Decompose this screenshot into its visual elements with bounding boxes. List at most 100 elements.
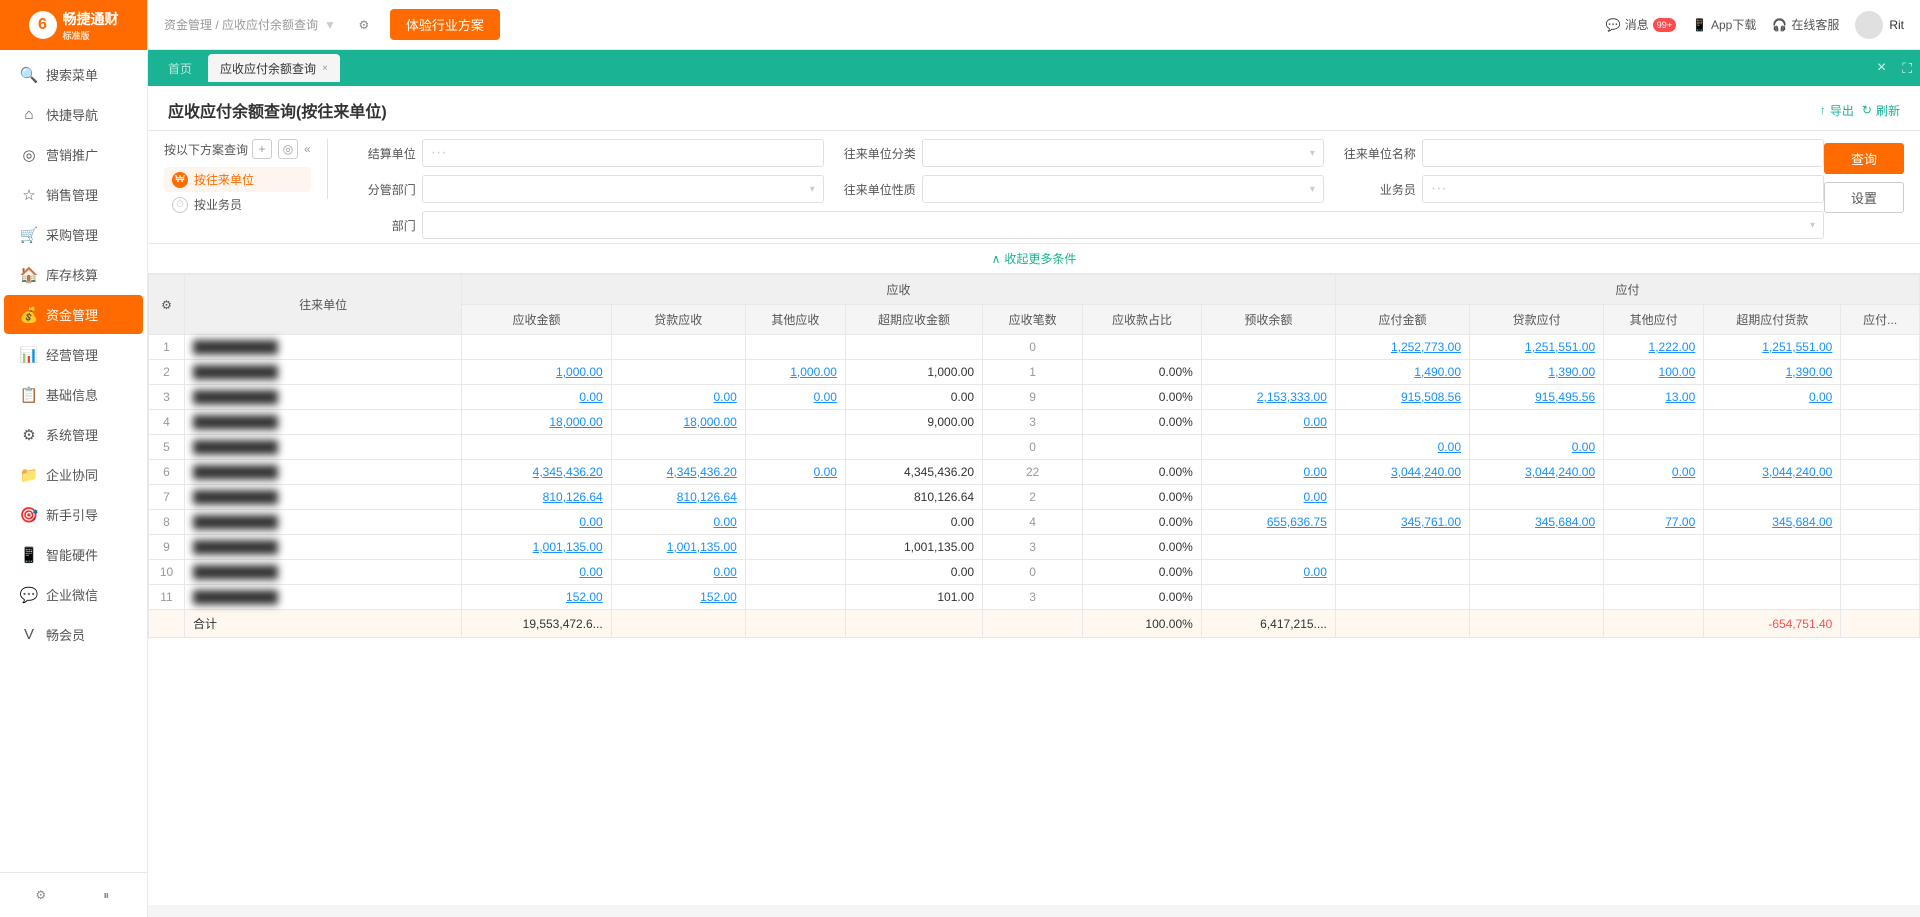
table-cell[interactable] [745, 560, 845, 585]
tab-balance[interactable]: 应收应付余额查询 × [208, 54, 340, 82]
table-cell[interactable] [1704, 560, 1841, 585]
table-cell[interactable]: 1,222.00 [1604, 335, 1704, 360]
table-cell[interactable]: 1,251,551.00 [1470, 335, 1604, 360]
table-cell[interactable] [1604, 535, 1704, 560]
sidebar-settings-btn[interactable]: ⚙ [27, 881, 55, 909]
user-btn[interactable]: Rit [1855, 11, 1904, 39]
table-cell[interactable]: 655,636.75 [1201, 510, 1335, 535]
sidebar-item-quick[interactable]: ⌂ 快捷导航 [4, 95, 143, 134]
table-cell[interactable]: 18,000.00 [611, 410, 745, 435]
export-btn[interactable]: ↑ 导出 [1820, 102, 1854, 119]
table-cell[interactable] [1470, 560, 1604, 585]
tab-home[interactable]: 首页 [156, 54, 204, 82]
table-cell[interactable]: 0.00 [745, 385, 845, 410]
table-cell[interactable]: 1,490.00 [1335, 360, 1469, 385]
table-area[interactable]: ⚙ 往来单位 应收 应付 应收金额 贷款应收 其他应收 超期应收金额 应收笔数 … [148, 274, 1920, 905]
table-cell[interactable]: 810,126.64 [462, 485, 612, 510]
filter-collapse-btn[interactable]: « [304, 142, 311, 156]
sidebar-collapse-btn[interactable]: ⏸ [92, 881, 120, 909]
scheme-by-partner[interactable]: ₩ 按往来单位 [164, 167, 311, 192]
table-cell[interactable]: 3,044,240.00 [1704, 460, 1841, 485]
gear-btn[interactable]: ⚙ [350, 11, 378, 39]
table-cell[interactable]: 152.00 [462, 585, 612, 610]
sidebar-item-search[interactable]: 🔍 搜索菜单 [4, 55, 143, 94]
window-close-btn[interactable]: × [1877, 59, 1886, 77]
table-cell[interactable]: 1,000.00 [745, 360, 845, 385]
table-cell[interactable] [1201, 535, 1335, 560]
tab-close-btn[interactable]: × [322, 63, 328, 74]
query-btn[interactable]: 查询 [1824, 143, 1904, 174]
fenguan-input[interactable]: ▾ [422, 175, 824, 203]
sidebar-item-purchase[interactable]: 🛒 采购管理 [4, 215, 143, 254]
table-cell[interactable]: 915,508.56 [1335, 385, 1469, 410]
table-cell[interactable]: 1,390.00 [1704, 360, 1841, 385]
table-cell[interactable]: 0.00 [1335, 435, 1469, 460]
sidebar-item-vip[interactable]: V 畅会员 [4, 615, 143, 654]
table-cell[interactable] [1604, 410, 1704, 435]
sidebar-item-wechat[interactable]: 💬 企业微信 [4, 575, 143, 614]
table-cell[interactable]: 1,251,551.00 [1704, 335, 1841, 360]
solution-btn[interactable]: 体验行业方案 [390, 9, 500, 40]
table-cell[interactable]: 0.00 [611, 560, 745, 585]
table-cell[interactable]: 810,126.64 [611, 485, 745, 510]
filter-settings-btn[interactable]: ◎ [278, 139, 298, 159]
jiesuan-input[interactable]: ··· [422, 139, 824, 167]
table-cell[interactable]: 1,001,135.00 [462, 535, 612, 560]
table-cell[interactable]: 0.00 [1470, 435, 1604, 460]
table-cell[interactable] [1470, 485, 1604, 510]
table-cell[interactable] [1704, 485, 1841, 510]
table-cell[interactable] [1604, 560, 1704, 585]
table-cell[interactable]: 345,684.00 [1470, 510, 1604, 535]
table-cell[interactable] [462, 435, 612, 460]
table-cell[interactable]: 0.00 [1201, 560, 1335, 585]
table-cell[interactable]: 0.00 [462, 385, 612, 410]
table-cell[interactable]: 0.00 [462, 560, 612, 585]
sidebar-item-operation[interactable]: 📊 经营管理 [4, 335, 143, 374]
sidebar-item-system[interactable]: ⚙ 系统管理 [4, 415, 143, 454]
table-cell[interactable] [1201, 585, 1335, 610]
partner-name-input[interactable] [1422, 139, 1824, 167]
table-cell[interactable]: 100.00 [1604, 360, 1704, 385]
table-cell[interactable]: 915,495.56 [1470, 385, 1604, 410]
table-cell[interactable] [1335, 485, 1469, 510]
table-cell[interactable] [1335, 410, 1469, 435]
table-cell[interactable] [1335, 535, 1469, 560]
set-btn[interactable]: 设置 [1824, 182, 1904, 213]
th-settings[interactable]: ⚙ [149, 275, 185, 335]
table-cell[interactable]: 0.00 [1704, 385, 1841, 410]
table-cell[interactable] [745, 510, 845, 535]
table-cell[interactable]: 18,000.00 [462, 410, 612, 435]
sidebar-item-sales[interactable]: ☆ 销售管理 [4, 175, 143, 214]
table-cell[interactable] [1704, 535, 1841, 560]
table-cell[interactable]: 345,684.00 [1704, 510, 1841, 535]
dept-input[interactable]: ▾ [422, 211, 1824, 239]
sidebar-item-coop[interactable]: 📁 企业协同 [4, 455, 143, 494]
table-cell[interactable]: 0.00 [1201, 410, 1335, 435]
table-cell[interactable]: 1,390.00 [1470, 360, 1604, 385]
refresh-btn[interactable]: ↻ 刷新 [1862, 102, 1900, 119]
table-cell[interactable]: 4,345,436.20 [611, 460, 745, 485]
collapse-bar[interactable]: ∧ 收起更多条件 [148, 244, 1920, 274]
sidebar-item-inventory[interactable]: 🏠 库存核算 [4, 255, 143, 294]
sidebar-item-fund[interactable]: 💰 资金管理 [4, 295, 143, 334]
partner-cat-input[interactable]: ▾ [922, 139, 1324, 167]
table-cell[interactable] [745, 535, 845, 560]
table-cell[interactable]: 3,044,240.00 [1335, 460, 1469, 485]
table-cell[interactable]: 4,345,436.20 [462, 460, 612, 485]
table-cell[interactable] [611, 435, 745, 460]
table-cell[interactable] [1470, 535, 1604, 560]
table-cell[interactable] [745, 585, 845, 610]
table-cell[interactable]: 77.00 [1604, 510, 1704, 535]
table-cell[interactable] [745, 485, 845, 510]
message-btn[interactable]: 💬 消息 99+ [1606, 16, 1676, 33]
table-cell[interactable] [1704, 410, 1841, 435]
table-cell[interactable] [745, 335, 845, 360]
table-cell[interactable] [1470, 585, 1604, 610]
table-cell[interactable]: 0.00 [462, 510, 612, 535]
table-cell[interactable]: 13.00 [1604, 385, 1704, 410]
table-cell[interactable] [1604, 435, 1704, 460]
partner-name-text-input[interactable] [1431, 146, 1815, 160]
table-cell[interactable] [1335, 560, 1469, 585]
window-expand-btn[interactable]: ⛶ [1902, 60, 1912, 77]
table-cell[interactable] [611, 335, 745, 360]
